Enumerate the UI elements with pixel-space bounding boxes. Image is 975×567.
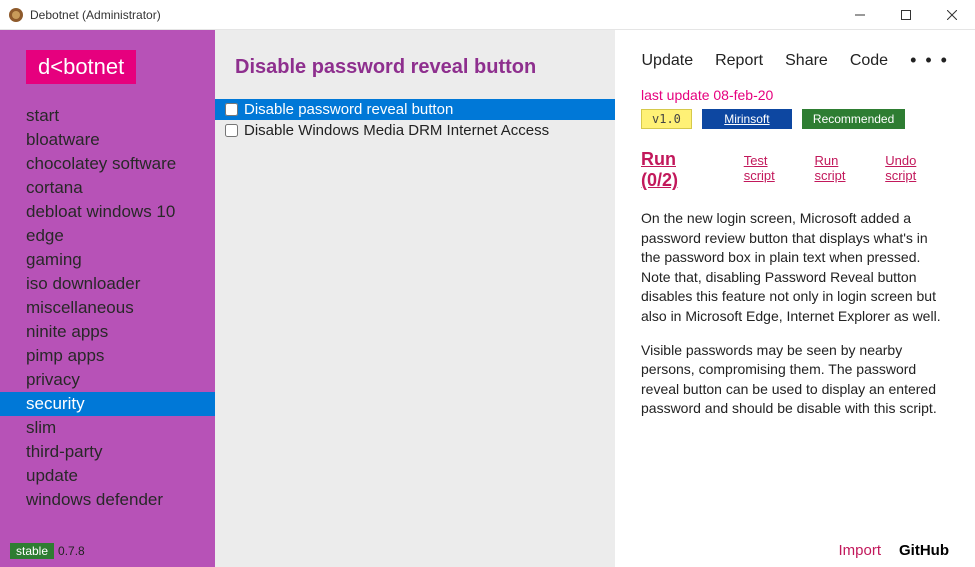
last-update-label: last update 08-feb-20 [641, 87, 949, 103]
author-badge[interactable]: Mirinsoft [702, 109, 792, 129]
sidebar-item-slim[interactable]: slim [0, 416, 215, 440]
sidebar-item-chocolatey-software[interactable]: chocolatey software [0, 152, 215, 176]
minimize-button[interactable] [837, 0, 883, 30]
sidebar-item-privacy[interactable]: privacy [0, 368, 215, 392]
app-logo: d<botnet [26, 50, 136, 84]
sidebar-item-security[interactable]: security [0, 392, 215, 416]
script-list: Disable password reveal button Disable Wi… [215, 99, 615, 141]
sidebar-item-iso-downloader[interactable]: iso downloader [0, 272, 215, 296]
sidebar-item-ninite-apps[interactable]: ninite apps [0, 320, 215, 344]
script-label: Disable password reveal button [244, 101, 453, 118]
script-label: Disable Windows Media DRM Internet Acces… [244, 122, 549, 139]
sidebar-item-update[interactable]: update [0, 464, 215, 488]
sidebar-item-third-party[interactable]: third-party [0, 440, 215, 464]
run-link[interactable]: Run (0/2) [641, 149, 716, 191]
script-panel-title: Disable password reveal button [215, 56, 615, 99]
github-link[interactable]: GitHub [899, 542, 949, 559]
version-number: 0.7.8 [58, 544, 85, 558]
run-row: Run (0/2) Test script Run script Undo sc… [641, 149, 949, 191]
sidebar-item-gaming[interactable]: gaming [0, 248, 215, 272]
tab-report[interactable]: Report [715, 52, 763, 70]
sidebar-item-miscellaneous[interactable]: miscellaneous [0, 296, 215, 320]
close-button[interactable] [929, 0, 975, 30]
sidebar-item-windows-defender[interactable]: windows defender [0, 488, 215, 512]
script-checkbox[interactable] [225, 124, 238, 137]
sidebar: d<botnet startbloatwarechocolatey softwa… [0, 30, 215, 567]
sidebar-list: startbloatwarechocolatey softwarecortana… [0, 104, 215, 543]
tab-share[interactable]: Share [785, 52, 828, 70]
script-row[interactable]: Disable password reveal button [215, 99, 615, 120]
sidebar-item-edge[interactable]: edge [0, 224, 215, 248]
script-panel: Disable password reveal button Disable p… [215, 30, 615, 567]
sidebar-item-bloatware[interactable]: bloatware [0, 128, 215, 152]
version-badge: v1.0 [641, 109, 692, 129]
recommended-badge: Recommended [802, 109, 905, 129]
app-icon [8, 7, 24, 23]
sidebar-item-start[interactable]: start [0, 104, 215, 128]
undo-script-link[interactable]: Undo script [885, 153, 949, 183]
titlebar: Debotnet (Administrator) [0, 0, 975, 30]
run-script-link[interactable]: Run script [814, 153, 871, 183]
description-p2: Visible passwords may be seen by nearby … [641, 341, 949, 419]
maximize-button[interactable] [883, 0, 929, 30]
description-p1: On the new login screen, Microsoft added… [641, 209, 949, 327]
script-checkbox[interactable] [225, 103, 238, 116]
test-script-link[interactable]: Test script [744, 153, 801, 183]
more-menu-icon[interactable]: • • • [910, 50, 949, 71]
detail-panel: Update Report Share Code • • • last upda… [615, 30, 975, 567]
footer-links: Import GitHub [838, 542, 949, 559]
stable-badge: stable [10, 543, 54, 559]
sidebar-item-debloat-windows-10[interactable]: debloat windows 10 [0, 200, 215, 224]
version-bar: stable 0.7.8 [10, 543, 215, 559]
sidebar-item-pimp-apps[interactable]: pimp apps [0, 344, 215, 368]
script-row[interactable]: Disable Windows Media DRM Internet Acces… [215, 120, 615, 141]
description: On the new login screen, Microsoft added… [641, 209, 949, 433]
tab-code[interactable]: Code [850, 52, 888, 70]
window-title: Debotnet (Administrator) [30, 8, 837, 22]
tab-update[interactable]: Update [642, 52, 694, 70]
import-link[interactable]: Import [838, 542, 881, 559]
window-controls [837, 0, 975, 30]
badge-row: v1.0 Mirinsoft Recommended [641, 109, 949, 129]
sidebar-item-cortana[interactable]: cortana [0, 176, 215, 200]
detail-tabs: Update Report Share Code • • • [641, 50, 949, 71]
